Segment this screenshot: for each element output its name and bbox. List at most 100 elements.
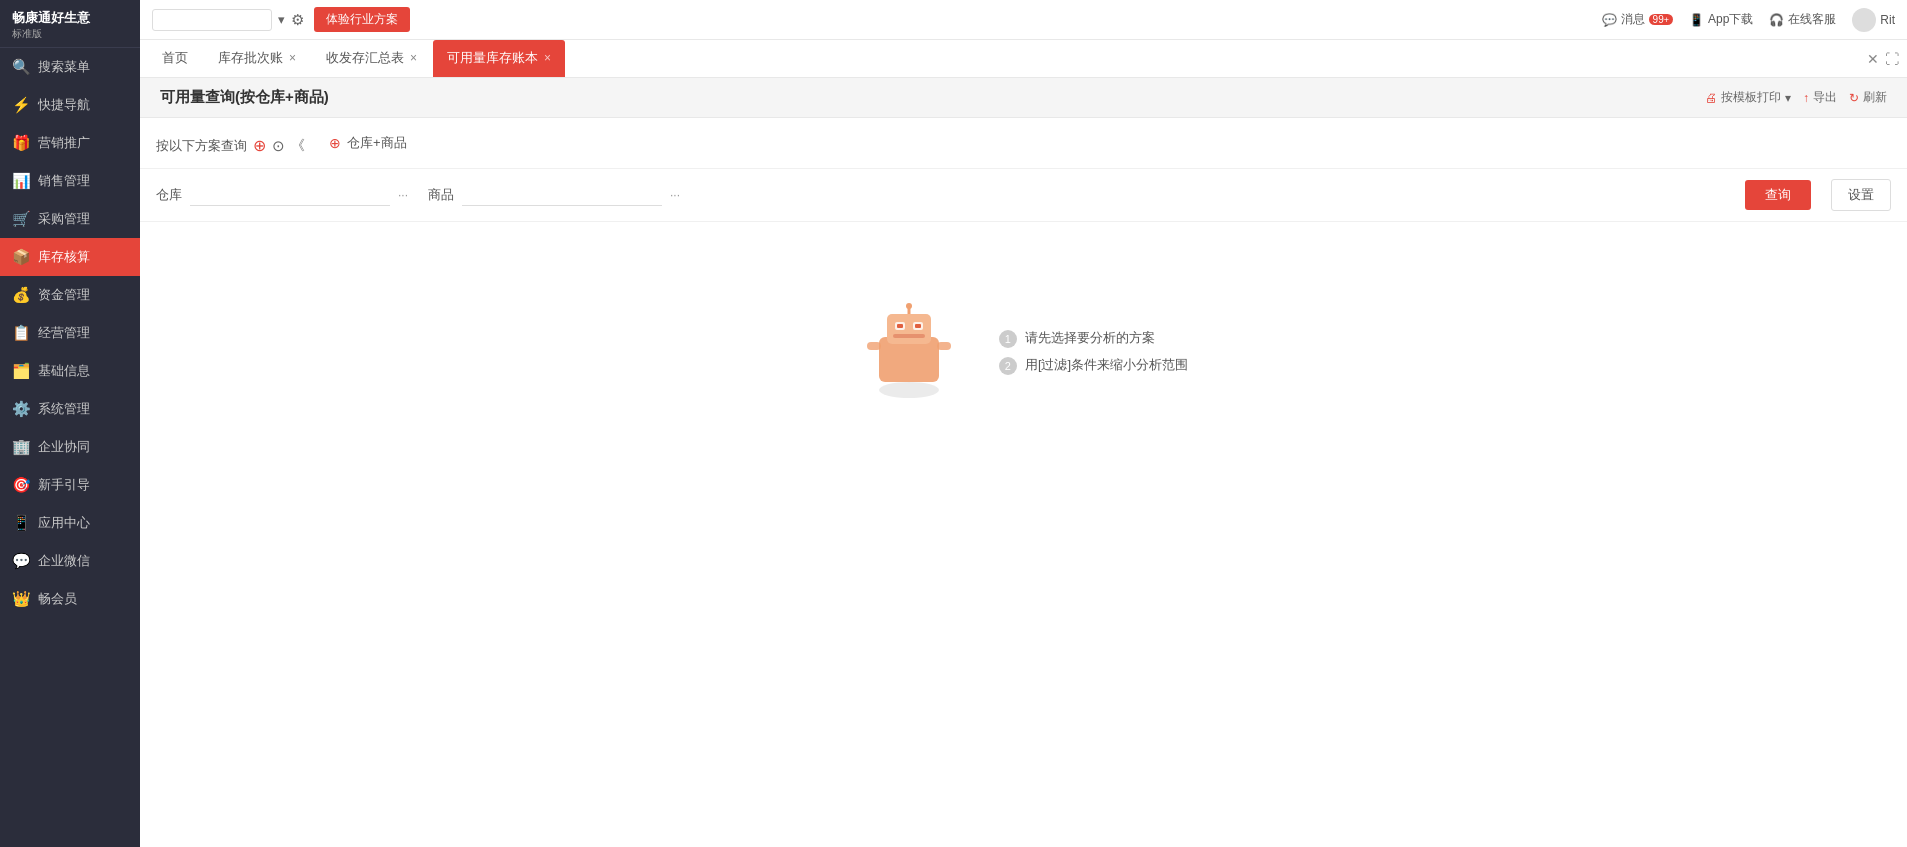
system-icon: ⚙️ [12,400,30,418]
operations-icon: 📋 [12,324,30,342]
sidebar-item-purchase[interactable]: 🛒 采购管理 [0,200,140,238]
goods-input[interactable] [462,184,662,206]
sidebar-item-basicinfo[interactable]: 🗂️ 基础信息 [0,352,140,390]
sidebar-item-wechat[interactable]: 💬企业微信 [0,542,140,580]
sidebar-item-member[interactable]: 👑 畅会员 [0,580,140,618]
svg-rect-2 [887,314,931,344]
sidebar-label-shortcut: 快捷导航 [38,96,90,114]
member-icon: 👑 [12,590,30,608]
avatar [1852,8,1876,32]
tab-batch-label: 库存批次账 [218,49,283,67]
svg-rect-10 [867,342,881,350]
industry-btn[interactable]: 体验行业方案 [314,7,410,32]
goods-more-btn[interactable]: ··· [670,188,680,202]
svg-rect-7 [893,334,925,338]
tip-text-2: 用[过滤]条件来缩小分析范围 [1025,356,1188,374]
tab-available-close[interactable]: × [544,51,551,65]
message-icon: 💬 [1602,13,1617,27]
sidebar-item-appcenter[interactable]: 📱应用中心 [0,504,140,542]
filter-scheme-list: ⊕ 仓库+商品 [321,130,415,156]
sidebar-item-sales[interactable]: 📊销售管理 [0,162,140,200]
topbar-search-input[interactable] [152,9,272,31]
online-service-btn[interactable]: 🎧 在线客服 [1769,11,1836,28]
collapse-btn[interactable]: 《 [291,137,305,155]
warehouse-label: 仓库 [156,186,182,204]
print-btn[interactable]: 🖨 按模板打印 ▾ [1705,89,1791,106]
sidebar-item-inventory[interactable]: 📦库存核算 [0,238,140,276]
sidebar-label-wechat: 企业微信 [38,552,90,570]
tab-home[interactable]: 首页 [148,40,202,77]
filter-goods-field: 商品 ··· [428,184,680,206]
refresh-label: 刷新 [1863,89,1887,106]
marketing-icon: 🎁 [12,134,30,152]
refresh-icon: ↻ [1849,91,1859,105]
filter-warehouse-field: 仓库 ··· [156,184,408,206]
purchase-icon: 🛒 [12,210,30,228]
page-title: 可用量查询(按仓库+商品) [160,88,329,107]
logo-text: 畅康通好生意 [12,10,128,27]
empty-state: 1 请先选择要分析的方案 2 用[过滤]条件来缩小分析范围 [140,222,1907,482]
empty-tip-2: 2 用[过滤]条件来缩小分析范围 [999,356,1188,375]
tab-summary-close[interactable]: × [410,51,417,65]
tab-batch[interactable]: 库存批次账 × [204,40,310,77]
svg-rect-6 [915,324,921,328]
app-download-btn[interactable]: 📱 App下载 [1689,11,1753,28]
sidebar-item-shortcut[interactable]: ⚡快捷导航 [0,86,140,124]
logo-sub: 标准版 [12,27,128,41]
inventory-icon: 📦 [12,248,30,266]
user-menu-btn[interactable]: Rit [1852,8,1895,32]
sidebar-item-enterprise[interactable]: 🏢企业协同 [0,428,140,466]
gear-icon[interactable]: ⚙ [291,11,304,29]
app-download-label: App下载 [1708,11,1753,28]
sales-icon: 📊 [12,172,30,190]
svg-point-0 [879,382,939,398]
sidebar-label-purchase: 采购管理 [38,210,90,228]
sidebar-item-finance[interactable]: 💰资金管理 [0,276,140,314]
message-btn[interactable]: 💬 消息 99+ [1602,11,1673,28]
sidebar-item-search[interactable]: 🔍 搜索菜单 [0,48,140,86]
search-icon: 🔍 [12,58,30,76]
newbie-icon: 🎯 [12,476,30,494]
maximize-window-btn[interactable]: ⛶ [1885,51,1899,67]
sidebar-label-appcenter: 应用中心 [38,514,90,532]
page-header: 可用量查询(按仓库+商品) 🖨 按模板打印 ▾ ↑ 导出 ↻ 刷新 [140,78,1907,118]
logo: 畅康通好生意 标准版 [0,0,140,48]
tab-summary[interactable]: 收发存汇总表 × [312,40,431,77]
tab-batch-close[interactable]: × [289,51,296,65]
sidebar-item-marketing[interactable]: 🎁 营销推广 [0,124,140,162]
warehouse-input[interactable] [190,184,390,206]
sidebar-label-basicinfo: 基础信息 [38,362,90,380]
basicinfo-icon: 🗂️ [12,362,30,380]
topbar-dropdown-btn[interactable]: ▾ [278,12,285,27]
query-btn[interactable]: 查询 [1745,180,1811,210]
add-scheme-btn[interactable]: ⊕ [253,136,266,155]
close-window-btn[interactable]: ✕ [1867,51,1879,67]
sidebar-label-marketing: 营销推广 [38,134,90,152]
tab-available[interactable]: 可用量库存账本 × [433,40,565,77]
scheme-item-warehouse-goods[interactable]: ⊕ 仓库+商品 [321,130,415,156]
sidebar-label-search: 搜索菜单 [38,58,90,76]
sidebar-label-enterprise: 企业协同 [38,438,90,456]
export-btn[interactable]: ↑ 导出 [1803,89,1837,106]
sidebar-item-newbie[interactable]: 🎯新手引导 [0,466,140,504]
scheme-settings-btn[interactable]: ⊙ [272,137,285,155]
print-dropdown-icon[interactable]: ▾ [1785,91,1791,105]
export-icon: ↑ [1803,91,1809,105]
tabs-right: ✕ ⛶ [1867,40,1899,77]
sidebar-label-finance: 资金管理 [38,286,90,304]
print-icon: 🖨 [1705,91,1717,105]
sidebar-item-system[interactable]: ⚙️系统管理 [0,390,140,428]
tip-num-1: 1 [999,330,1017,348]
warehouse-more-btn[interactable]: ··· [398,188,408,202]
svg-point-9 [906,303,912,309]
goods-label: 商品 [428,186,454,204]
settings-btn[interactable]: 设置 [1831,179,1891,211]
sidebar-scroll: 🔍 搜索菜单 ⚡快捷导航 🎁 营销推广 📊销售管理 🛒 采购管理 📦库存核算💰资金管理📋经营管理… [0,48,140,847]
refresh-btn[interactable]: ↻ 刷新 [1849,89,1887,106]
sidebar-label-member: 畅会员 [38,590,77,608]
content-area: 按以下方案查询 ⊕ ⊙ 《 ⊕ 仓库+商品 仓库 ··· [140,118,1907,847]
filter-row: 仓库 ··· 商品 ··· 查询 设置 [140,169,1907,222]
tab-summary-label: 收发存汇总表 [326,49,404,67]
filter-panel: 按以下方案查询 ⊕ ⊙ 《 ⊕ 仓库+商品 [140,118,1907,169]
sidebar-item-operations[interactable]: 📋经营管理 [0,314,140,352]
